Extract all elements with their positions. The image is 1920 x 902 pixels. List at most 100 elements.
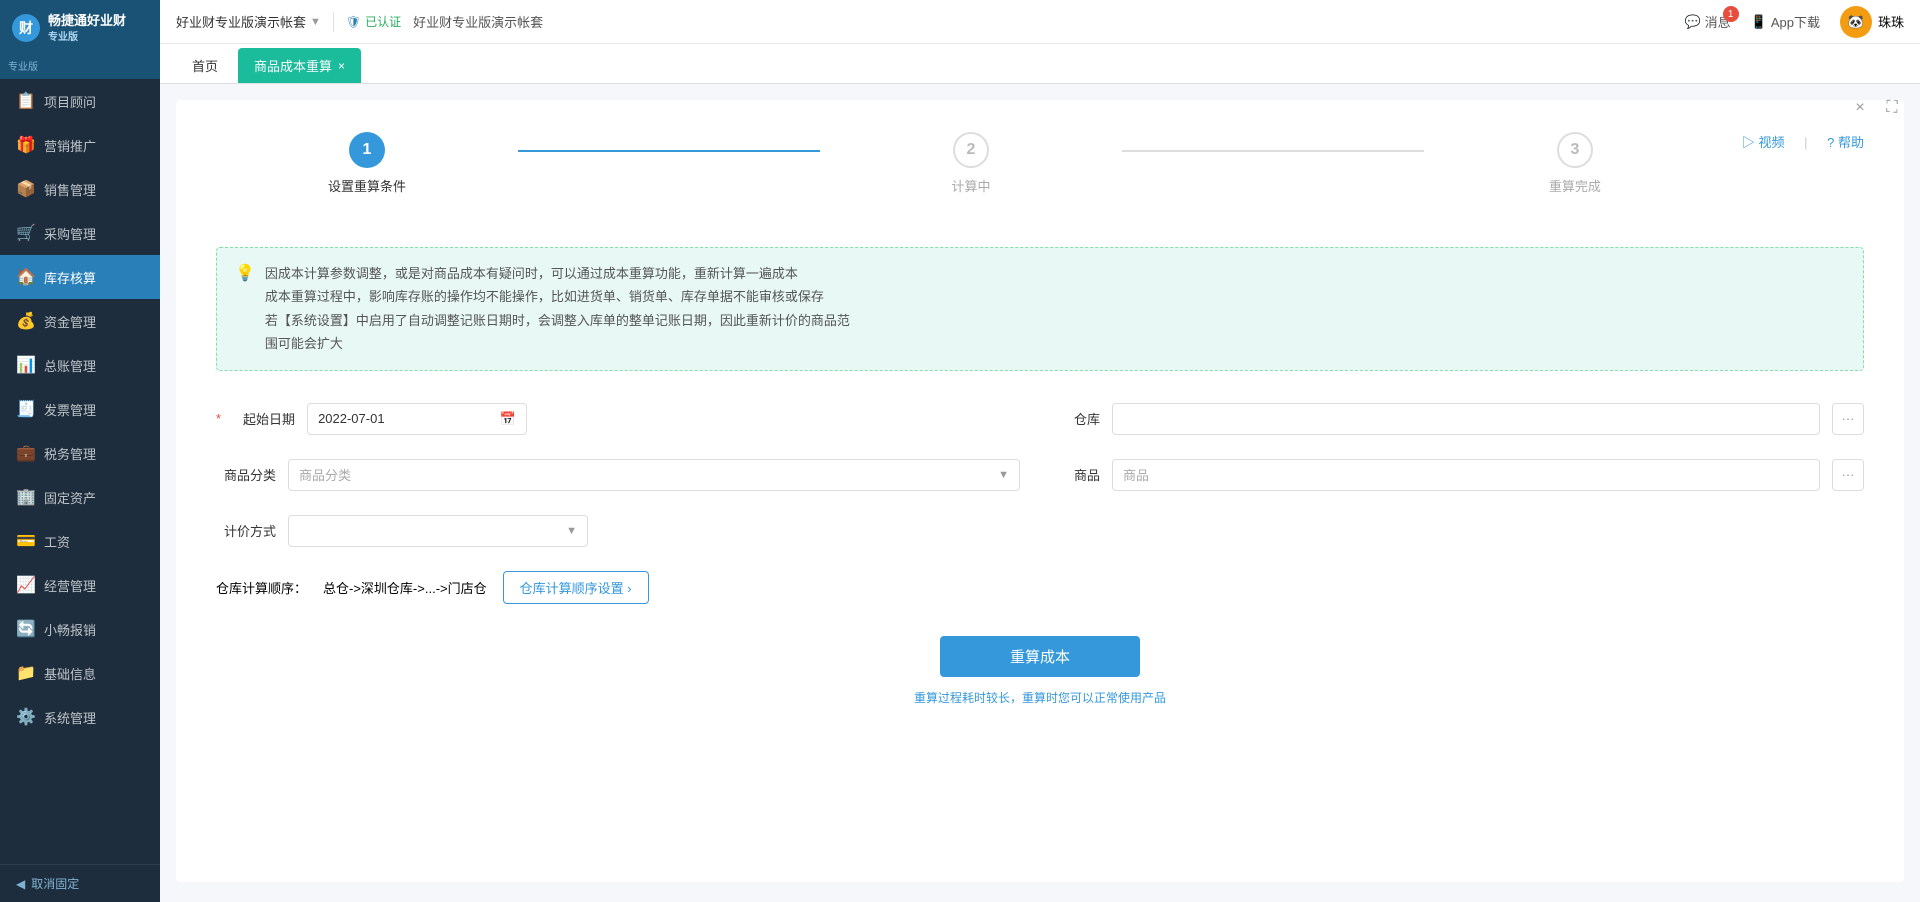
tab-recalc[interactable]: 商品成本重算 ×	[238, 48, 361, 83]
verified-text: 已认证	[365, 13, 401, 30]
user-name: 珠珠	[1878, 12, 1904, 31]
salary-label: 工资	[44, 532, 70, 551]
step-3-label: 重算完成	[1549, 176, 1601, 195]
app-download-btn[interactable]: 📱 App下载	[1751, 12, 1820, 31]
account-name: 好业财专业版演示帐套	[176, 12, 306, 31]
message-badge: 1	[1723, 6, 1739, 22]
sidebar-item-inventory[interactable]: 🏠 库存核算	[0, 255, 160, 299]
product-field: 商品 商品 ···	[1060, 459, 1864, 491]
marketing-label: 营销推广	[44, 136, 96, 155]
submit-hint: 重算过程耗时较长，重算时您可以正常使用产品	[914, 689, 1166, 706]
price-method-chevron-icon: ▼	[566, 525, 577, 537]
invoice-icon: 🧾	[16, 399, 36, 419]
inventory-label: 库存核算	[44, 268, 96, 287]
category-placeholder: 商品分类	[299, 465, 351, 484]
app-label: App下载	[1771, 12, 1820, 31]
sidebar-item-operations[interactable]: 📈 经营管理	[0, 563, 160, 607]
finance-icon: 💰	[16, 311, 36, 331]
form-row-2: 商品分类 商品分类 ▼ 商品 商品 ···	[216, 459, 1864, 491]
warehouse-field: 仓库 ···	[1060, 403, 1864, 435]
account-selector[interactable]: 好业财专业版演示帐套 ▼	[176, 12, 321, 31]
step-1-label: 设置重算条件	[328, 176, 406, 195]
calendar-icon[interactable]: 📅	[500, 411, 516, 427]
expense-icon: 🔄	[16, 619, 36, 639]
message-btn[interactable]: 💬 消息 1	[1684, 12, 1730, 31]
category-label: 商品分类	[216, 465, 276, 484]
operations-label: 经营管理	[44, 576, 96, 595]
help-link[interactable]: ? 帮助	[1827, 135, 1864, 150]
tab-home[interactable]: 首页	[176, 48, 234, 83]
sidebar-item-basic[interactable]: 📁 基础信息	[0, 651, 160, 695]
sidebar-item-project[interactable]: 📋 项目顾问	[0, 79, 160, 123]
salary-icon: 💳	[16, 531, 36, 551]
assets-label: 固定资产	[44, 488, 96, 507]
topbar-divider-1	[333, 12, 334, 32]
account-chevron-icon: ▼	[310, 16, 321, 28]
accounting-icon: 📊	[16, 355, 36, 375]
project-icon: 📋	[16, 91, 36, 111]
tab-recalc-label: 商品成本重算	[254, 56, 332, 75]
sidebar-scroll: 📋 项目顾问 🎁 营销推广 📦 销售管理 🛒 采购管理 🏠 库存核算 💰 资金管…	[0, 79, 160, 864]
step-line-2	[1122, 150, 1424, 152]
topbar-right: 💬 消息 1 📱 App下载 🐼 珠珠	[1684, 6, 1904, 38]
steps: 1 设置重算条件 2 计算中 3 重算完成	[216, 132, 1726, 195]
accounting-label: 总账管理	[44, 356, 96, 375]
tab-close-icon[interactable]: ×	[338, 59, 345, 73]
topbar-verified: 🛡 已认证	[346, 13, 401, 30]
step-2: 2 计算中	[820, 132, 1122, 195]
form-row-3: 计价方式 ▼	[216, 515, 1864, 547]
invoice-label: 发票管理	[44, 400, 96, 419]
sidebar-item-marketing[interactable]: 🎁 营销推广	[0, 123, 160, 167]
unpin-icon: ◀	[16, 877, 25, 891]
sidebar-item-sales[interactable]: 📦 销售管理	[0, 167, 160, 211]
recalculate-btn[interactable]: 重算成本	[940, 636, 1140, 677]
topbar-company: 好业财专业版演示帐套	[413, 12, 543, 31]
warehouse-input[interactable]	[1112, 403, 1820, 435]
required-mark: *	[216, 411, 221, 426]
recalculate-btn-label: 重算成本	[1010, 649, 1070, 666]
sidebar-unpin-btn[interactable]: ◀ 取消固定	[0, 864, 160, 902]
category-select[interactable]: 商品分类 ▼	[288, 459, 1020, 491]
main-content: 好业财专业版演示帐套 ▼ 🛡 已认证 好业财专业版演示帐套 💬 消息 1 📱 A…	[160, 0, 1920, 902]
warehouse-order-btn-label: 仓库计算顺序设置 ›	[520, 578, 632, 597]
purchase-icon: 🛒	[16, 223, 36, 243]
shield-icon: 🛡	[346, 15, 361, 29]
price-method-select[interactable]: ▼	[288, 515, 588, 547]
info-line-2: 成本重算过程中，影响库存账的操作均不能操作，比如进货单、销货单、库存单据不能审核…	[265, 285, 850, 308]
step-2-label: 计算中	[951, 176, 990, 195]
finance-label: 资金管理	[44, 312, 96, 331]
close-page-btn[interactable]: ×	[1848, 96, 1872, 120]
sidebar-item-assets[interactable]: 🏢 固定资产	[0, 475, 160, 519]
video-link[interactable]: ▷ 视频	[1742, 135, 1785, 150]
step-1: 1 设置重算条件	[216, 132, 518, 195]
unpin-label: 取消固定	[31, 875, 79, 892]
warehouse-order-value: 总仓->深圳仓库->...->门店仓	[323, 578, 487, 597]
warehouse-dots-btn[interactable]: ···	[1832, 403, 1864, 435]
step-helpers: ▷ 视频 | ? 帮助	[1726, 132, 1864, 151]
product-dots-btn[interactable]: ···	[1832, 459, 1864, 491]
sidebar-item-accounting[interactable]: 📊 总账管理	[0, 343, 160, 387]
sidebar-item-system[interactable]: ⚙️ 系统管理	[0, 695, 160, 739]
sidebar-item-finance[interactable]: 💰 资金管理	[0, 299, 160, 343]
sidebar-item-purchase[interactable]: 🛒 采购管理	[0, 211, 160, 255]
logo-title: 畅捷通好业财	[48, 13, 126, 29]
start-date-label: 起始日期	[235, 409, 295, 428]
start-date-input[interactable]: 2022-07-01 📅	[307, 403, 527, 435]
price-method-label: 计价方式	[216, 521, 276, 540]
operations-icon: 📈	[16, 575, 36, 595]
warehouse-order-label: 仓库计算顺序：	[216, 578, 307, 597]
sidebar-item-salary[interactable]: 💳 工资	[0, 519, 160, 563]
product-input[interactable]: 商品	[1112, 459, 1820, 491]
sidebar-item-invoice[interactable]: 🧾 发票管理	[0, 387, 160, 431]
expand-page-btn[interactable]: ⛶	[1880, 96, 1904, 120]
user-menu[interactable]: 🐼 珠珠	[1840, 6, 1904, 38]
sales-label: 销售管理	[44, 180, 96, 199]
sidebar-item-tax[interactable]: 💼 税务管理	[0, 431, 160, 475]
tax-icon: 💼	[16, 443, 36, 463]
project-label: 项目顾问	[44, 92, 96, 111]
warehouse-order-btn[interactable]: 仓库计算顺序设置 ›	[503, 571, 649, 604]
product-label: 商品	[1060, 465, 1100, 484]
sidebar-item-expense[interactable]: 🔄 小畅报销	[0, 607, 160, 651]
info-text: 因成本计算参数调整，或是对商品成本有疑问时，可以通过成本重算功能，重新计算一遍成…	[265, 262, 850, 356]
sidebar-edition-label: 专业版	[0, 56, 160, 79]
